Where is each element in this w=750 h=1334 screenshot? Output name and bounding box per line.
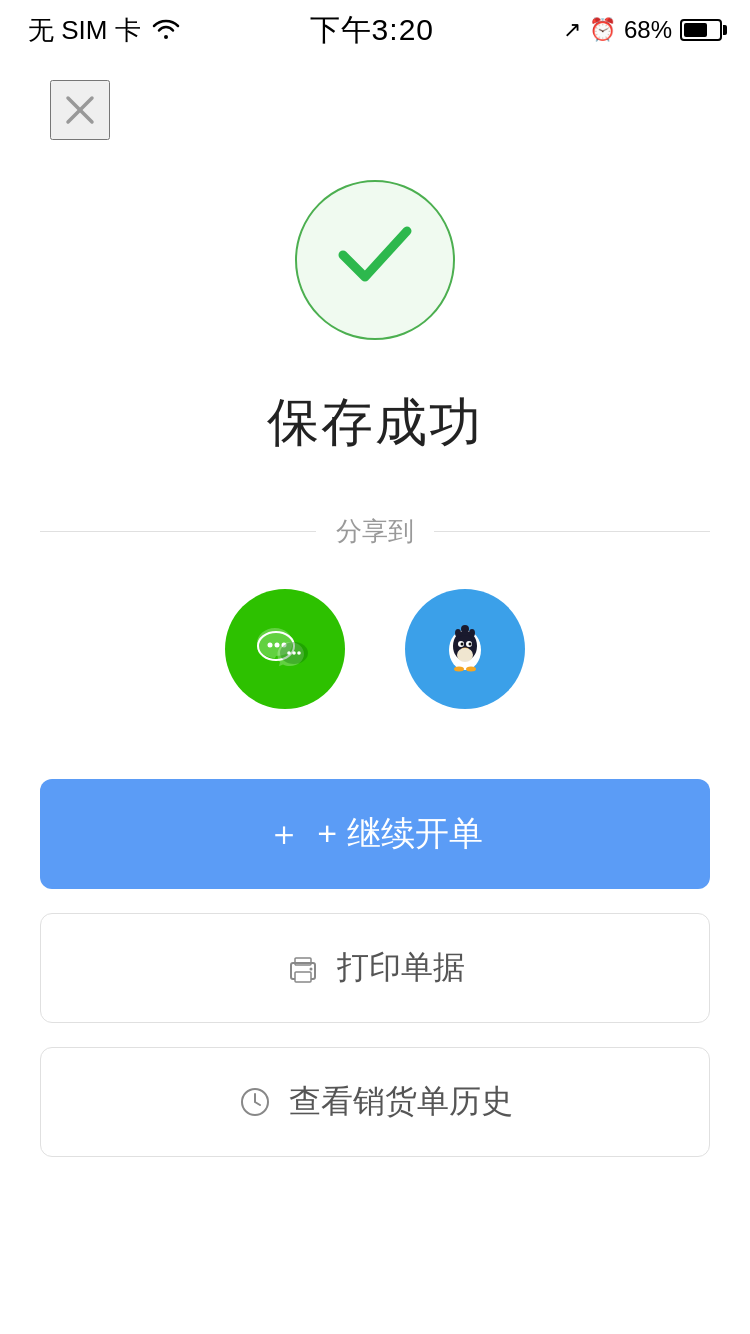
svg-point-17 <box>469 643 472 646</box>
success-title: 保存成功 <box>267 388 483 458</box>
actions-container: ＋ + 继续开单 打印单据 查看销货单历史 <box>40 779 710 1157</box>
continue-order-label: + 继续开单 <box>317 811 482 857</box>
svg-point-24 <box>469 629 475 637</box>
svg-point-8 <box>287 651 291 655</box>
svg-point-22 <box>461 625 469 633</box>
printer-icon <box>285 950 321 986</box>
view-history-label: 查看销货单历史 <box>289 1080 513 1124</box>
print-order-label: 打印单据 <box>337 946 465 990</box>
svg-point-19 <box>457 648 473 662</box>
wifi-icon <box>151 15 181 46</box>
svg-point-21 <box>466 667 476 672</box>
divider-left <box>40 531 316 532</box>
svg-point-20 <box>454 667 464 672</box>
status-right-icons: ↗ ⏰ 68% <box>563 16 722 44</box>
battery-percent: 68% <box>624 16 672 44</box>
share-label: 分享到 <box>336 514 414 549</box>
svg-point-28 <box>310 968 313 971</box>
close-button[interactable] <box>50 80 110 140</box>
location-icon: ↗ <box>563 17 581 43</box>
continue-order-button[interactable]: ＋ + 继续开单 <box>40 779 710 889</box>
battery-icon <box>680 19 722 41</box>
checkmark-icon <box>335 219 415 302</box>
svg-point-23 <box>455 629 461 637</box>
status-time: 下午3:20 <box>310 10 434 51</box>
qq-share-button[interactable] <box>405 589 525 709</box>
share-divider: 分享到 <box>40 514 710 549</box>
history-icon <box>237 1084 273 1120</box>
alarm-icon: ⏰ <box>589 17 616 43</box>
divider-right <box>434 531 710 532</box>
wechat-share-button[interactable] <box>225 589 345 709</box>
svg-point-16 <box>461 643 464 646</box>
share-icons-row <box>225 589 525 709</box>
svg-point-4 <box>268 643 273 648</box>
svg-rect-26 <box>295 972 311 982</box>
svg-point-9 <box>292 651 296 655</box>
view-history-button[interactable]: 查看销货单历史 <box>40 1047 710 1157</box>
svg-point-5 <box>275 643 280 648</box>
carrier-text: 无 SIM 卡 <box>28 13 141 48</box>
status-carrier-wifi: 无 SIM 卡 <box>28 13 181 48</box>
main-content: 保存成功 分享到 <box>0 60 750 1157</box>
print-order-button[interactable]: 打印单据 <box>40 913 710 1023</box>
success-indicator <box>295 180 455 340</box>
svg-point-10 <box>297 651 301 655</box>
plus-icon: ＋ <box>267 811 301 857</box>
status-bar: 无 SIM 卡 下午3:20 ↗ ⏰ 68% <box>0 0 750 60</box>
